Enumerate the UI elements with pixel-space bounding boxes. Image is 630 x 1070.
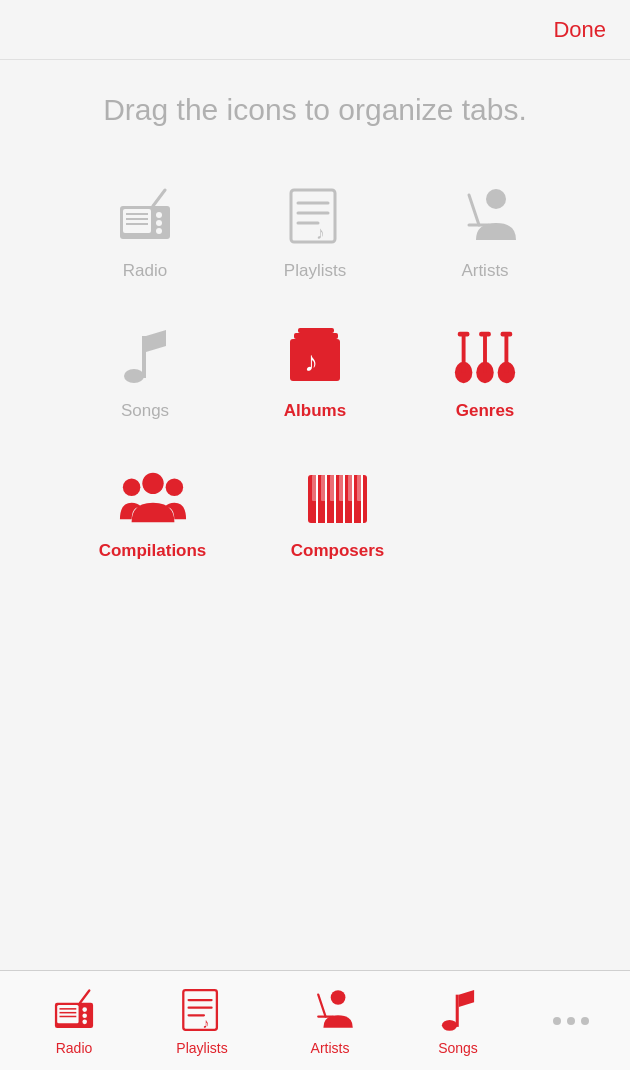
header: Done bbox=[0, 0, 630, 60]
tab-artists-label: Artists bbox=[311, 1040, 350, 1056]
icon-item-genres[interactable]: Genres bbox=[400, 321, 570, 421]
albums-icon: ♪ bbox=[280, 321, 350, 391]
tab-more-dots[interactable] bbox=[531, 1017, 611, 1025]
svg-point-17 bbox=[124, 369, 144, 383]
svg-point-4 bbox=[156, 228, 162, 234]
tab-songs-label: Songs bbox=[438, 1040, 478, 1056]
icons-grid: Radio ♪ Playlists bbox=[0, 181, 630, 601]
tab-playlists-label: Playlists bbox=[176, 1040, 227, 1056]
svg-rect-31 bbox=[501, 332, 513, 337]
svg-point-50 bbox=[82, 1007, 87, 1012]
svg-text:♪: ♪ bbox=[202, 1016, 209, 1031]
svg-line-53 bbox=[80, 991, 89, 1003]
artists-icon bbox=[450, 181, 520, 251]
songs-icon bbox=[110, 321, 180, 391]
artists-label: Artists bbox=[461, 261, 508, 281]
radio-icon bbox=[110, 181, 180, 251]
playlists-label: Playlists bbox=[284, 261, 346, 281]
composers-label: Composers bbox=[291, 541, 385, 561]
icon-item-playlists[interactable]: ♪ Playlists bbox=[230, 181, 400, 281]
icon-item-compilations[interactable]: Compilations bbox=[60, 461, 245, 561]
tab-songs[interactable]: Songs bbox=[403, 985, 513, 1056]
icon-item-albums[interactable]: ♪ Albums bbox=[230, 321, 400, 421]
main-content: Drag the icons to organize tabs. bbox=[0, 60, 630, 601]
tab-songs-icon bbox=[433, 985, 483, 1035]
svg-rect-43 bbox=[321, 475, 327, 501]
svg-point-34 bbox=[142, 472, 163, 493]
tab-bar: Radio ♪ Playlists Artists bbox=[0, 970, 630, 1070]
svg-rect-9 bbox=[291, 190, 335, 242]
svg-rect-25 bbox=[458, 332, 470, 337]
svg-text:♪: ♪ bbox=[304, 346, 318, 377]
done-button[interactable]: Done bbox=[553, 17, 606, 43]
songs-label: Songs bbox=[121, 401, 169, 421]
svg-point-16 bbox=[486, 189, 506, 209]
tab-radio-icon bbox=[49, 985, 99, 1035]
svg-rect-1 bbox=[123, 209, 151, 233]
dot-1 bbox=[553, 1017, 561, 1025]
svg-rect-44 bbox=[330, 475, 336, 501]
svg-point-64 bbox=[331, 990, 346, 1005]
albums-label: Albums bbox=[284, 401, 346, 421]
svg-rect-28 bbox=[479, 332, 491, 337]
tab-artists[interactable]: Artists bbox=[275, 985, 385, 1056]
svg-rect-46 bbox=[348, 475, 354, 501]
icon-item-composers[interactable]: Composers bbox=[245, 461, 430, 561]
instruction-text: Drag the icons to organize tabs. bbox=[43, 90, 587, 131]
tab-playlists[interactable]: ♪ Playlists bbox=[147, 985, 257, 1056]
svg-line-62 bbox=[318, 995, 325, 1017]
compilations-label: Compilations bbox=[99, 541, 207, 561]
playlists-icon: ♪ bbox=[280, 181, 350, 251]
svg-text:♪: ♪ bbox=[316, 223, 325, 243]
tab-playlists-icon: ♪ bbox=[177, 985, 227, 1035]
svg-rect-42 bbox=[312, 475, 318, 501]
icon-item-songs[interactable]: Songs bbox=[60, 321, 230, 421]
genres-icon bbox=[450, 321, 520, 391]
icon-row-3: Compilations bbox=[40, 461, 590, 561]
svg-rect-49 bbox=[57, 1005, 78, 1023]
svg-rect-30 bbox=[504, 334, 508, 373]
svg-rect-47 bbox=[357, 475, 363, 501]
tab-radio[interactable]: Radio bbox=[19, 985, 129, 1056]
radio-label: Radio bbox=[123, 261, 167, 281]
svg-rect-18 bbox=[142, 336, 146, 378]
svg-point-33 bbox=[165, 478, 183, 496]
tab-artists-icon bbox=[305, 985, 355, 1035]
icon-item-radio[interactable]: Radio bbox=[60, 181, 230, 281]
icon-item-artists[interactable]: Artists bbox=[400, 181, 570, 281]
svg-rect-45 bbox=[339, 475, 345, 501]
svg-rect-24 bbox=[462, 334, 466, 373]
tab-radio-label: Radio bbox=[56, 1040, 93, 1056]
compilations-icon bbox=[118, 461, 188, 531]
svg-rect-57 bbox=[183, 990, 217, 1030]
svg-point-2 bbox=[156, 212, 162, 218]
svg-rect-20 bbox=[294, 333, 338, 339]
svg-point-32 bbox=[122, 478, 140, 496]
dot-2 bbox=[567, 1017, 575, 1025]
svg-rect-21 bbox=[298, 328, 334, 333]
svg-point-65 bbox=[442, 1020, 457, 1031]
svg-rect-27 bbox=[483, 334, 487, 373]
composers-icon bbox=[303, 461, 373, 531]
icon-row-2: Songs ♪ Albums bbox=[40, 321, 590, 421]
dot-3 bbox=[581, 1017, 589, 1025]
genres-label: Genres bbox=[456, 401, 515, 421]
icon-row-1: Radio ♪ Playlists bbox=[40, 181, 590, 281]
svg-point-51 bbox=[82, 1013, 87, 1018]
svg-point-52 bbox=[82, 1020, 87, 1025]
svg-rect-66 bbox=[456, 995, 459, 1027]
svg-point-3 bbox=[156, 220, 162, 226]
svg-line-14 bbox=[469, 195, 479, 225]
svg-line-5 bbox=[153, 190, 165, 206]
